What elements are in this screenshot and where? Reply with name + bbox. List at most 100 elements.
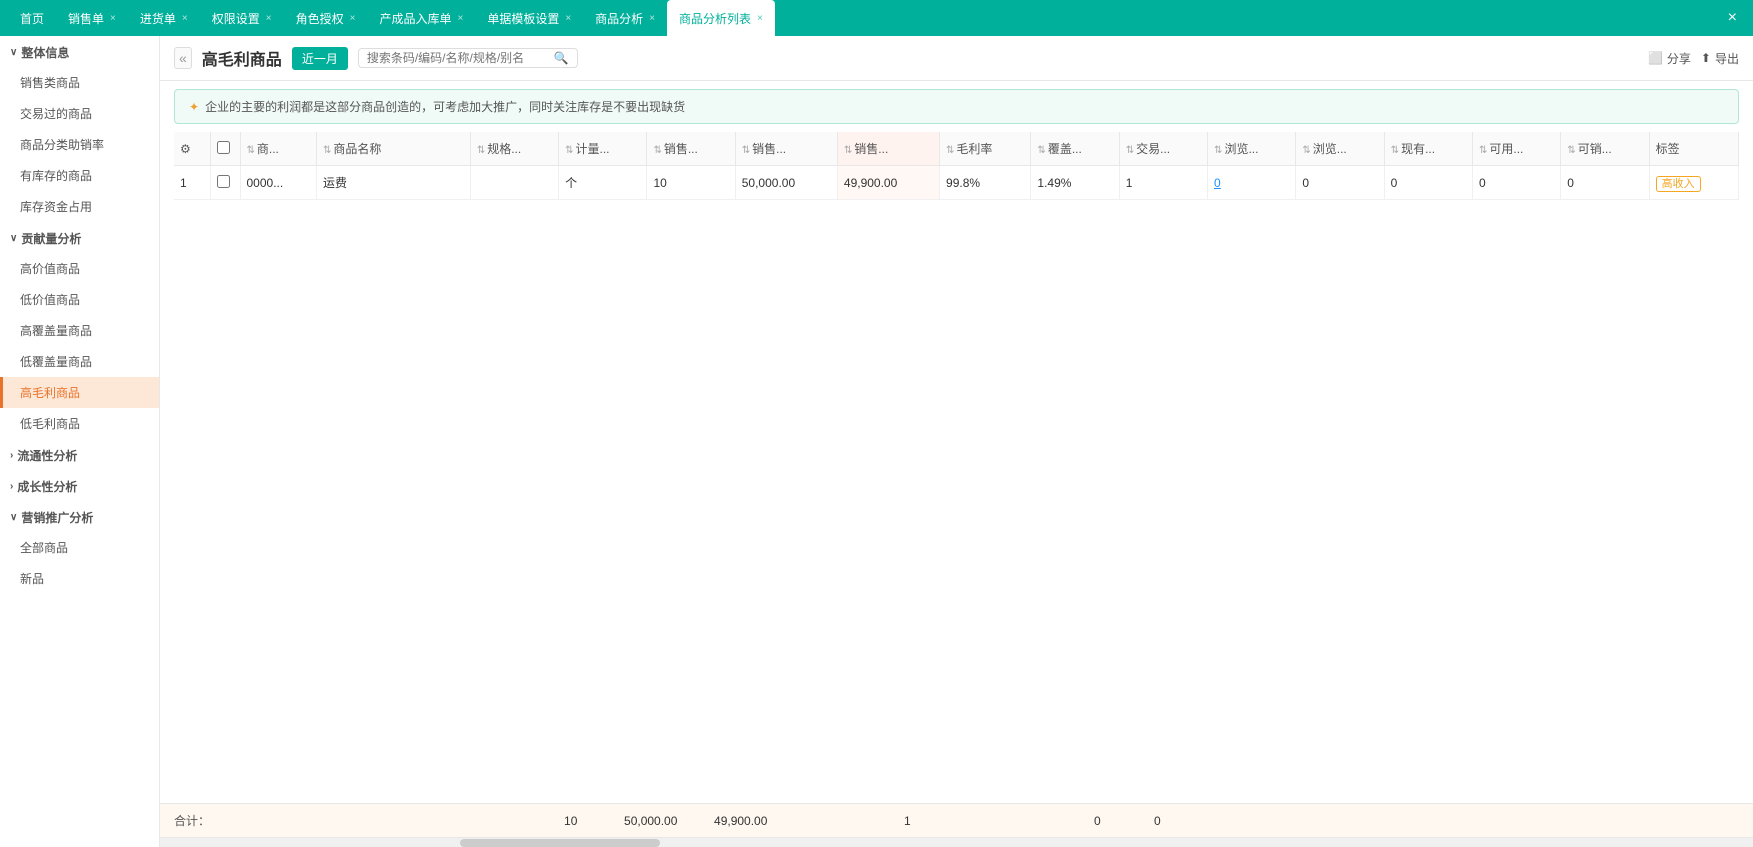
nav-item-product-analysis[interactable]: 商品分析 × <box>583 0 667 36</box>
horizontal-scrollbar[interactable] <box>460 839 660 847</box>
sidebar-group-liquidity[interactable]: › 流通性分析 <box>0 439 159 470</box>
collapse-button[interactable]: « <box>174 47 192 69</box>
info-banner: ✦ 企业的主要的利润都是这部分商品创造的，可考虑加大推广，同时关注库存是不要出现… <box>174 89 1739 124</box>
footer-stock-available: 0 <box>1088 814 1148 828</box>
row-browse1[interactable]: 0 <box>1208 166 1296 200</box>
sidebar-item-all-goods[interactable]: 全部商品 <box>0 532 159 563</box>
row-stock-saleable: 0 <box>1561 166 1649 200</box>
sales-profit-col-header: ⇅销售... <box>837 132 939 166</box>
sidebar-item-low-margin[interactable]: 低毛利商品 <box>0 408 159 439</box>
search-icon[interactable]: 🔍 <box>554 51 569 65</box>
row-spec <box>470 166 558 200</box>
table-header-row: ⚙ ⇅商... ⇅商品名称 ⇅规格... ⇅计量... ⇅销售... ⇅销售..… <box>174 132 1739 166</box>
browse1-col-header: ⇅浏览... <box>1208 132 1296 166</box>
nav-item-role[interactable]: 角色授权 × <box>284 0 368 36</box>
page-title: 高毛利商品 <box>202 46 282 70</box>
nav-item-permission[interactable]: 权限设置 × <box>200 0 284 36</box>
row-sales-profit: 49,900.00 <box>837 166 939 200</box>
sidebar-item-low-value[interactable]: 低价值商品 <box>0 284 159 315</box>
data-table: ⚙ ⇅商... ⇅商品名称 ⇅规格... ⇅计量... ⇅销售... ⇅销售..… <box>174 132 1739 200</box>
footer-sales-qty: 10 <box>558 814 618 828</box>
sidebar-item-stocked-goods[interactable]: 有库存的商品 <box>0 160 159 191</box>
top-navigation: 首页 销售单 × 进货单 × 权限设置 × 角色授权 × 产成品入库单 × 单据… <box>0 0 1753 36</box>
spec-col-header: ⇅规格... <box>470 132 558 166</box>
main-layout: ∨ 整体信息 销售类商品 交易过的商品 商品分类助销率 有库存的商品 库存资金占… <box>0 36 1753 847</box>
close-icon[interactable]: × <box>757 13 763 24</box>
row-name: 运费 <box>316 166 470 200</box>
name-col-header: ⇅商品名称 <box>316 132 470 166</box>
sidebar-item-high-margin[interactable]: 高毛利商品 <box>0 377 159 408</box>
sidebar-item-new-goods[interactable]: 新品 <box>0 563 159 594</box>
share-button[interactable]: ⬜ 分享 <box>1648 50 1691 67</box>
table-footer: 合计： 10 50,000.00 49,900.00 1 0 0 <box>160 803 1753 837</box>
footer-sales-amount: 50,000.00 <box>618 814 708 828</box>
stock-current-col-header: ⇅现有... <box>1384 132 1472 166</box>
row-transactions: 1 <box>1119 166 1207 200</box>
row-tag: 高收入 <box>1649 166 1738 200</box>
settings-col-header[interactable]: ⚙ <box>174 132 210 166</box>
footer-values: 10 50,000.00 49,900.00 1 0 0 <box>238 814 1739 828</box>
row-stock-current: 0 <box>1384 166 1472 200</box>
transactions-col-header: ⇅交易... <box>1119 132 1207 166</box>
sales-amount-col-header: ⇅销售... <box>735 132 837 166</box>
footer-spacer3 <box>958 814 1088 828</box>
footer-label: 合计： <box>174 812 210 829</box>
sidebar-group-marketing[interactable]: ∨ 营销推广分析 <box>0 501 159 532</box>
footer-transactions: 1 <box>898 814 958 828</box>
header-actions: ⬜ 分享 ⬆ 导出 <box>1648 50 1739 67</box>
row-gross-rate: 99.8% <box>940 166 1031 200</box>
nav-item-analysis-list[interactable]: 商品分析列表 × <box>667 0 775 36</box>
chevron-down-icon: ∨ <box>10 512 17 523</box>
nav-item-home[interactable]: 首页 <box>8 0 56 36</box>
row-checkbox[interactable] <box>217 175 230 188</box>
sidebar-group-overall[interactable]: ∨ 整体信息 <box>0 36 159 67</box>
close-icon[interactable]: × <box>350 13 356 24</box>
nav-item-purchase[interactable]: 进货单 × <box>128 0 200 36</box>
coverage-col-header: ⇅覆盖... <box>1031 132 1119 166</box>
sidebar-group-contribution[interactable]: ∨ 贡献量分析 <box>0 222 159 253</box>
close-icon[interactable]: × <box>266 13 272 24</box>
content-area: « 高毛利商品 近一月 🔍 ⬜ 分享 ⬆ 导出 ✦ 企业的主要的利润都是这部 <box>160 36 1753 847</box>
stock-available-col-header: ⇅可用... <box>1472 132 1560 166</box>
sidebar-item-category-rate[interactable]: 商品分类助销率 <box>0 129 159 160</box>
global-close-button[interactable]: × <box>1720 9 1745 27</box>
chevron-down-icon: ∨ <box>10 233 17 244</box>
stock-saleable-col-header: ⇅可销... <box>1561 132 1649 166</box>
info-icon: ✦ <box>189 100 199 114</box>
sales-qty-col-header: ⇅销售... <box>647 132 735 166</box>
row-index: 1 <box>174 166 210 200</box>
sidebar-group-growth[interactable]: › 成长性分析 <box>0 470 159 501</box>
sidebar-item-high-value[interactable]: 高价值商品 <box>0 253 159 284</box>
settings-icon[interactable]: ⚙ <box>180 142 191 156</box>
row-browse2: 0 <box>1296 166 1384 200</box>
nav-item-sales[interactable]: 销售单 × <box>56 0 128 36</box>
table-wrap: ⚙ ⇅商... ⇅商品名称 ⇅规格... ⇅计量... ⇅销售... ⇅销售..… <box>160 132 1753 803</box>
checkbox-col-header[interactable] <box>210 132 240 166</box>
time-filter-button[interactable]: 近一月 <box>292 47 348 70</box>
nav-item-template[interactable]: 单据模板设置 × <box>475 0 583 36</box>
row-code: 0000... <box>240 166 316 200</box>
footer-sales-profit: 49,900.00 <box>708 814 798 828</box>
close-icon[interactable]: × <box>565 13 571 24</box>
search-input[interactable] <box>367 51 554 65</box>
sidebar-item-low-coverage[interactable]: 低覆盖量商品 <box>0 346 159 377</box>
select-all-checkbox[interactable] <box>217 141 230 154</box>
sidebar-item-sales-goods[interactable]: 销售类商品 <box>0 67 159 98</box>
sidebar-item-high-coverage[interactable]: 高覆盖量商品 <box>0 315 159 346</box>
close-icon[interactable]: × <box>182 13 188 24</box>
sidebar-item-traded-goods[interactable]: 交易过的商品 <box>0 98 159 129</box>
export-button[interactable]: ⬆ 导出 <box>1701 50 1739 67</box>
export-icon: ⬆ <box>1701 51 1711 65</box>
scrollbar-row[interactable] <box>160 837 1753 847</box>
row-unit: 个 <box>559 166 647 200</box>
tag-col-header: 标签 <box>1649 132 1738 166</box>
sidebar-item-stock-capital[interactable]: 库存资金占用 <box>0 191 159 222</box>
browse2-col-header: ⇅浏览... <box>1296 132 1384 166</box>
close-icon[interactable]: × <box>649 13 655 24</box>
close-icon[interactable]: × <box>110 13 116 24</box>
close-icon[interactable]: × <box>457 13 463 24</box>
nav-item-product-in[interactable]: 产成品入库单 × <box>367 0 475 36</box>
footer-spacer1 <box>238 814 558 828</box>
row-checkbox-cell[interactable] <box>210 166 240 200</box>
row-coverage: 1.49% <box>1031 166 1119 200</box>
